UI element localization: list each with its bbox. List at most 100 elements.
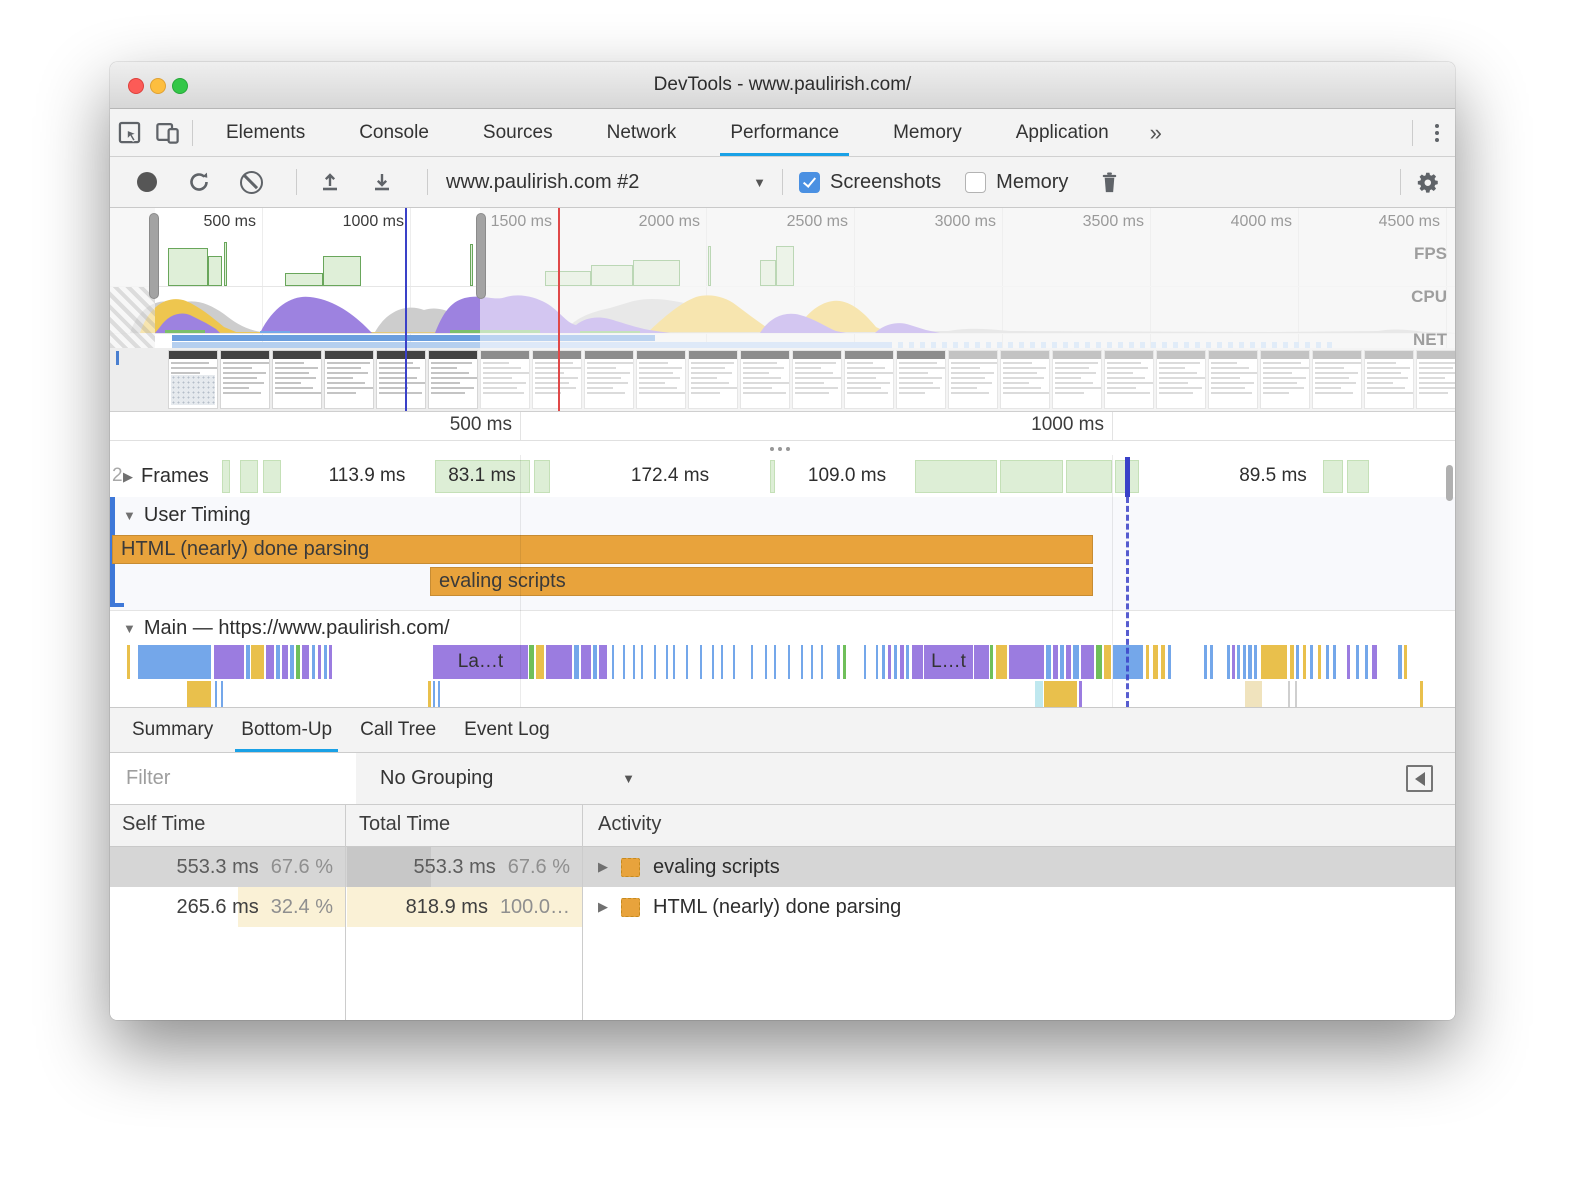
flame-event[interactable] [1009,645,1044,679]
tab-network[interactable]: Network [607,109,677,156]
flame-event[interactable] [686,645,688,679]
table-row[interactable]: 265.6 ms 32.4 % 818.9 ms 100.0… ▶ HTML (nearl… [110,887,1455,927]
flame-event[interactable] [536,645,544,679]
flame-event[interactable] [837,645,840,679]
flame-event[interactable] [1146,645,1149,679]
expanded-arrow-icon[interactable]: ▼ [123,508,136,523]
flame-event[interactable] [700,645,702,679]
details-tab-summary[interactable]: Summary [132,708,213,752]
flame-event[interactable] [876,645,878,679]
flame-event[interactable] [1243,645,1246,679]
flame-event-labeled[interactable]: L…t [924,645,973,679]
reload-and-record-icon[interactable] [186,169,212,195]
flame-event[interactable] [906,645,909,679]
flame-event[interactable] [1318,645,1321,679]
flame-event[interactable] [1044,681,1077,707]
flame-event[interactable] [1310,645,1313,679]
flame-event[interactable] [1237,645,1240,679]
main-track-header[interactable]: ▼ Main — https://www.paulirish.com/ [123,617,450,640]
flame-event[interactable] [1303,645,1306,679]
vertical-scrollbar[interactable] [1446,465,1453,501]
column-header-self-time[interactable]: Self Time [122,813,205,836]
flame-event[interactable] [438,681,440,707]
flame-event[interactable] [1295,681,1297,707]
flame-event[interactable] [246,645,250,679]
frames-track[interactable]: 2 ▶ Frames 113.9 ms 83.1 ms 172.4 ms 109.0 … [110,457,1455,498]
flame-event[interactable] [1290,645,1294,679]
column-header-total-time[interactable]: Total Time [359,813,450,836]
flame-event[interactable] [1081,645,1094,679]
record-button[interactable] [134,169,160,195]
flame-event[interactable] [433,681,435,707]
frames-track-header[interactable]: ▶ Frames [123,465,217,488]
flame-event[interactable] [1288,681,1290,707]
flame-event[interactable] [1326,645,1329,679]
tab-application[interactable]: Application [1016,109,1109,156]
flame-event[interactable] [821,645,823,679]
filter-input[interactable] [110,753,356,804]
memory-label[interactable]: Memory [996,171,1068,194]
flame-event[interactable] [187,681,211,707]
screenshot-thumbnail[interactable] [272,350,322,409]
flame-event[interactable] [801,645,803,679]
flame-event[interactable] [673,645,675,679]
flame-event[interactable] [811,645,813,679]
expand-arrow-icon[interactable]: ▶ [598,859,608,875]
flame-event[interactable] [276,645,280,679]
clear-recording-icon[interactable] [238,169,264,195]
timing-bar-evaling-scripts[interactable]: evaling scripts [430,567,1093,596]
flame-event[interactable] [1161,645,1165,679]
flame-event[interactable] [1046,645,1051,679]
flame-event[interactable] [1347,645,1350,679]
flame-event[interactable] [712,645,714,679]
flame-event[interactable] [1245,681,1262,707]
screenshot-thumbnail[interactable] [220,350,270,409]
flame-event[interactable] [912,645,923,679]
flame-event[interactable] [641,645,643,679]
memory-checkbox[interactable] [965,171,987,193]
tab-console[interactable]: Console [359,109,429,156]
tab-performance[interactable]: Performance [720,109,849,156]
flame-event[interactable] [1261,645,1287,679]
flame-event[interactable] [581,645,591,679]
screenshots-checkbox[interactable] [799,171,820,193]
inspect-element-icon[interactable] [110,109,148,156]
flame-event[interactable] [529,645,534,679]
flame-event[interactable] [774,645,776,679]
timeline-overview[interactable]: 500 ms 1000 ms 1500 ms 2000 ms 2500 ms 3000 m… [110,208,1455,412]
flame-event[interactable] [1227,645,1230,679]
flame-event[interactable] [1104,645,1111,679]
flame-event[interactable] [1365,645,1368,679]
flame-event[interactable] [266,645,274,679]
collapsed-arrow-icon[interactable]: ▶ [123,469,133,485]
flame-event[interactable] [546,645,572,679]
flame-event[interactable] [751,645,753,679]
flame-event[interactable] [843,645,846,679]
screenshot-thumbnail[interactable] [428,350,478,409]
selection-handle-right[interactable] [476,213,486,299]
grouping-select[interactable]: No Grouping ▼ [380,767,635,790]
flame-event[interactable] [894,645,897,679]
details-tab-event log[interactable]: Event Log [464,708,550,752]
expand-arrow-icon[interactable]: ▶ [598,899,608,915]
more-tabs-chevron[interactable]: » [1150,120,1162,146]
flame-event[interactable] [633,645,635,679]
flame-event[interactable] [1210,645,1213,679]
table-row[interactable]: 553.3 ms 67.6 % 553.3 ms 67.6 % ▶ evaling scr… [110,847,1455,887]
flame-event[interactable] [1035,681,1043,707]
kebab-menu-icon[interactable] [1435,123,1439,142]
flame-event[interactable] [1356,645,1359,679]
flame-event[interactable] [1404,645,1407,679]
screenshots-label[interactable]: Screenshots [830,171,941,194]
flame-event[interactable] [990,645,993,679]
tab-sources[interactable]: Sources [483,109,553,156]
flame-event[interactable] [574,645,579,679]
flame-event[interactable] [251,645,264,679]
flame-event[interactable] [974,645,989,679]
selection-handle-left[interactable] [149,213,159,299]
flame-event[interactable] [721,645,723,679]
flame-event[interactable] [1248,645,1252,679]
user-timing-track[interactable]: ▼ User Timing HTML (nearly) done parsing… [110,497,1455,611]
flame-event[interactable] [654,645,656,679]
settings-gear-icon[interactable] [1415,169,1441,195]
